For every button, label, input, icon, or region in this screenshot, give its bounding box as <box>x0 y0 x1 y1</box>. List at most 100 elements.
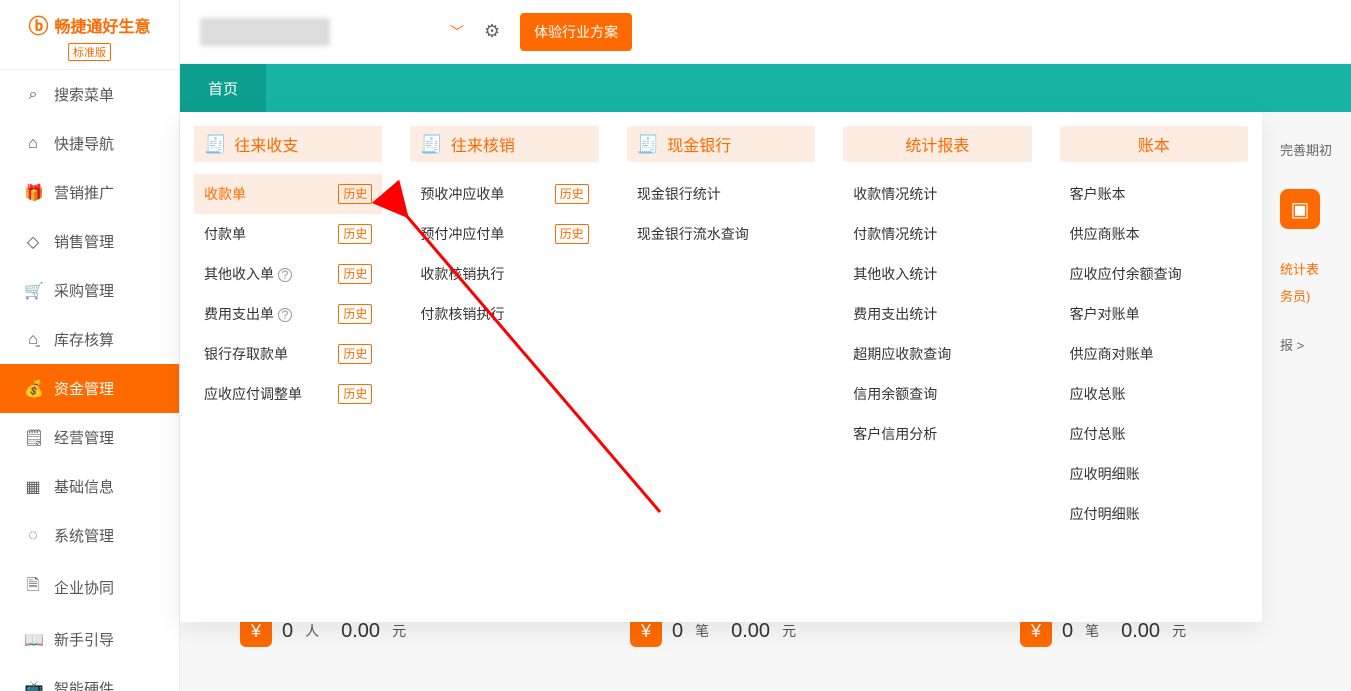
right-hint-2b[interactable]: 务员) <box>1280 286 1310 305</box>
nav-sales[interactable]: ◇销售管理 <box>0 217 179 266</box>
right-hint-2a[interactable]: 统计表 <box>1280 259 1319 278</box>
nav-coop-label: 企业协同 <box>54 577 114 598</box>
help-icon[interactable]: ? <box>278 308 292 322</box>
row-supplier-ledger[interactable]: 供应商账本 <box>1060 214 1248 254</box>
summary-2-n: 0 <box>672 620 683 643</box>
right-cube-icon[interactable]: ▣ <box>1280 189 1320 229</box>
row-ap-ledger[interactable]: 应付总账 <box>1060 414 1248 454</box>
right-hint-1[interactable]: 完善期初 <box>1280 140 1332 159</box>
nav-purchase-icon: 🛒 <box>24 281 42 301</box>
mega-row-label: 超期应收款查询 <box>853 344 951 364</box>
mega-col-title: 往来核销 <box>451 132 515 156</box>
history-tag-button[interactable]: 历史 <box>338 264 372 284</box>
mega-col-header: 账本 <box>1060 126 1248 162</box>
nav-purchase[interactable]: 🛒采购管理 <box>0 266 179 315</box>
row-supplier-statement[interactable]: 供应商对账单 <box>1060 334 1248 374</box>
nav-quick-label: 快捷导航 <box>54 133 114 154</box>
row-prepay-offset[interactable]: 预付冲应付单历史 <box>410 214 598 254</box>
doc-money-icon: 🧾 <box>204 134 226 155</box>
history-tag-button[interactable]: 历史 <box>555 224 589 244</box>
mega-row-label: 付款情况统计 <box>853 224 937 244</box>
help-icon[interactable]: ? <box>278 268 292 282</box>
nav-operation[interactable]: 🗒经营管理 <box>0 413 179 462</box>
tab-home[interactable]: 首页 <box>180 64 266 112</box>
row-receipt[interactable]: 收款单历史 <box>194 174 382 214</box>
row-balance-query[interactable]: 应收应付余额查询 <box>1060 254 1248 294</box>
settings-gear-icon[interactable]: ⚙ <box>484 21 500 42</box>
row-adjust[interactable]: 应收应付调整单 历史 <box>194 374 382 414</box>
mega-col: 🧾往来收支收款单历史付款单历史其他收入单?历史费用支出单?历史银行存取款单历史应… <box>180 112 396 622</box>
mega-row-label: 应收应付调整单 <box>204 384 302 404</box>
row-other-income[interactable]: 其他收入单?历史 <box>194 254 382 294</box>
nav-marketing-icon: 🎁 <box>24 183 42 203</box>
history-tag-button[interactable]: 历史 <box>555 184 589 204</box>
nav-sales-icon: ◇ <box>24 232 42 252</box>
mega-col: 统计报表收款情况统计付款情况统计其他收入统计费用支出统计超期应收款查询信用余额查… <box>829 112 1045 622</box>
row-exp-stat[interactable]: 费用支出统计 <box>843 294 1031 334</box>
nav-finance-icon: 💰 <box>24 379 42 399</box>
mega-row-label: 收款情况统计 <box>853 184 937 204</box>
row-bank-transfer[interactable]: 银行存取款单历史 <box>194 334 382 374</box>
nav-search-menu-icon: ⌕ <box>24 86 42 104</box>
row-prerecv-offset[interactable]: 预收冲应收单历史 <box>410 174 598 214</box>
history-tag-button[interactable]: 历史 <box>338 344 372 364</box>
row-ar-detail[interactable]: 应收明细账 <box>1060 454 1248 494</box>
nav-finance[interactable]: 💰资金管理 <box>0 364 179 413</box>
nav-guide[interactable]: 📖新手引导 <box>0 615 179 664</box>
row-cash-flow[interactable]: 现金银行流水查询 <box>627 214 815 254</box>
row-ap-detail[interactable]: 应付明细账 <box>1060 494 1248 534</box>
row-cash-stats[interactable]: 现金银行统计 <box>627 174 815 214</box>
row-credit-analysis[interactable]: 客户信用分析 <box>843 414 1031 454</box>
nav-system-icon: ◌ <box>24 527 42 545</box>
row-recv-stat[interactable]: 收款情况统计 <box>843 174 1031 214</box>
mega-row-label: 付款核销执行 <box>420 304 504 324</box>
nav-quick[interactable]: ⌂快捷导航 <box>0 119 179 168</box>
row-recv-verify[interactable]: 收款核销执行 <box>410 254 598 294</box>
mega-row-label: 应付总账 <box>1070 424 1126 444</box>
history-tag-button[interactable]: 历史 <box>338 184 372 204</box>
tenant-dropdown-chevron-icon[interactable]: ﹀ <box>450 22 464 42</box>
nav-hardware-icon: 📺 <box>24 679 42 691</box>
summary-1-n: 0 <box>282 620 293 643</box>
try-industry-plan-button[interactable]: 体验行业方案 <box>520 13 632 51</box>
row-expense[interactable]: 费用支出单?历史 <box>194 294 382 334</box>
nav-hardware[interactable]: 📺智能硬件 <box>0 664 179 691</box>
mega-row-label: 付款单 <box>204 224 246 244</box>
nav-search-menu-label: 搜索菜单 <box>54 84 114 105</box>
mega-row-label: 现金银行统计 <box>637 184 721 204</box>
mega-col-header: 🧾往来核销 <box>410 126 598 162</box>
row-other-stat[interactable]: 其他收入统计 <box>843 254 1031 294</box>
mega-row-label: 供应商对账单 <box>1070 344 1154 364</box>
row-cust-statement[interactable]: 客户对账单 <box>1060 294 1248 334</box>
row-overdue[interactable]: 超期应收款查询 <box>843 334 1031 374</box>
sidebar: ⓑ 畅捷通好生意 标准版 ⌕搜索菜单⌂快捷导航🎁营销推广◇销售管理🛒采购管理⌂̱… <box>0 0 180 691</box>
nav-inventory-icon: ⌂̱ <box>24 331 42 349</box>
row-pay-stat[interactable]: 付款情况统计 <box>843 214 1031 254</box>
nav-marketing[interactable]: 🎁 营销推广 <box>0 168 179 217</box>
row-payment[interactable]: 付款单 历史 <box>194 214 382 254</box>
logo-area: ⓑ 畅捷通好生意 标准版 <box>0 0 179 70</box>
nav-marketing-label: 营销推广 <box>54 182 114 203</box>
row-credit-balance[interactable]: 信用余额查询 <box>843 374 1031 414</box>
summary-2-u: 笔 <box>695 621 709 641</box>
history-tag-button[interactable]: 历史 <box>338 384 372 404</box>
row-cust-ledger[interactable]: 客户账本 <box>1060 174 1248 214</box>
summary-1-yu: 元 <box>392 621 406 641</box>
nav-system-label: 系统管理 <box>54 525 114 546</box>
nav-system[interactable]: ◌ 系统管理 <box>0 511 179 560</box>
nav-base[interactable]: ▦基础信息 <box>0 462 179 511</box>
doc-bank-icon: 🧾 <box>637 134 659 155</box>
right-hint-3[interactable]: 报 > <box>1280 335 1304 354</box>
nav-list: ⌕ 搜索菜单 ⌂快捷导航 🎁 营销推广 ◇销售管理🛒采购管理⌂̱库存核算💰资金管理🗒经营管… <box>0 70 179 691</box>
row-pay-verify[interactable]: 付款核销执行 <box>410 294 598 334</box>
nav-coop[interactable]: 🗎企业协同 <box>0 560 179 615</box>
history-tag-button[interactable]: 历史 <box>338 224 372 244</box>
summary-3-n: 0 <box>1062 620 1073 643</box>
row-ar-ledger[interactable]: 应收总账 <box>1060 374 1248 414</box>
mega-col-header: 🧾往来收支 <box>194 126 382 162</box>
tab-strip: 首页 <box>180 64 1351 112</box>
nav-search-menu[interactable]: ⌕ 搜索菜单 <box>0 70 179 119</box>
nav-inventory[interactable]: ⌂̱库存核算 <box>0 315 179 364</box>
history-tag-button[interactable]: 历史 <box>338 304 372 324</box>
mega-col: 🧾往来核销预收冲应收单历史预付冲应付单历史收款核销执行付款核销执行 <box>396 112 612 622</box>
